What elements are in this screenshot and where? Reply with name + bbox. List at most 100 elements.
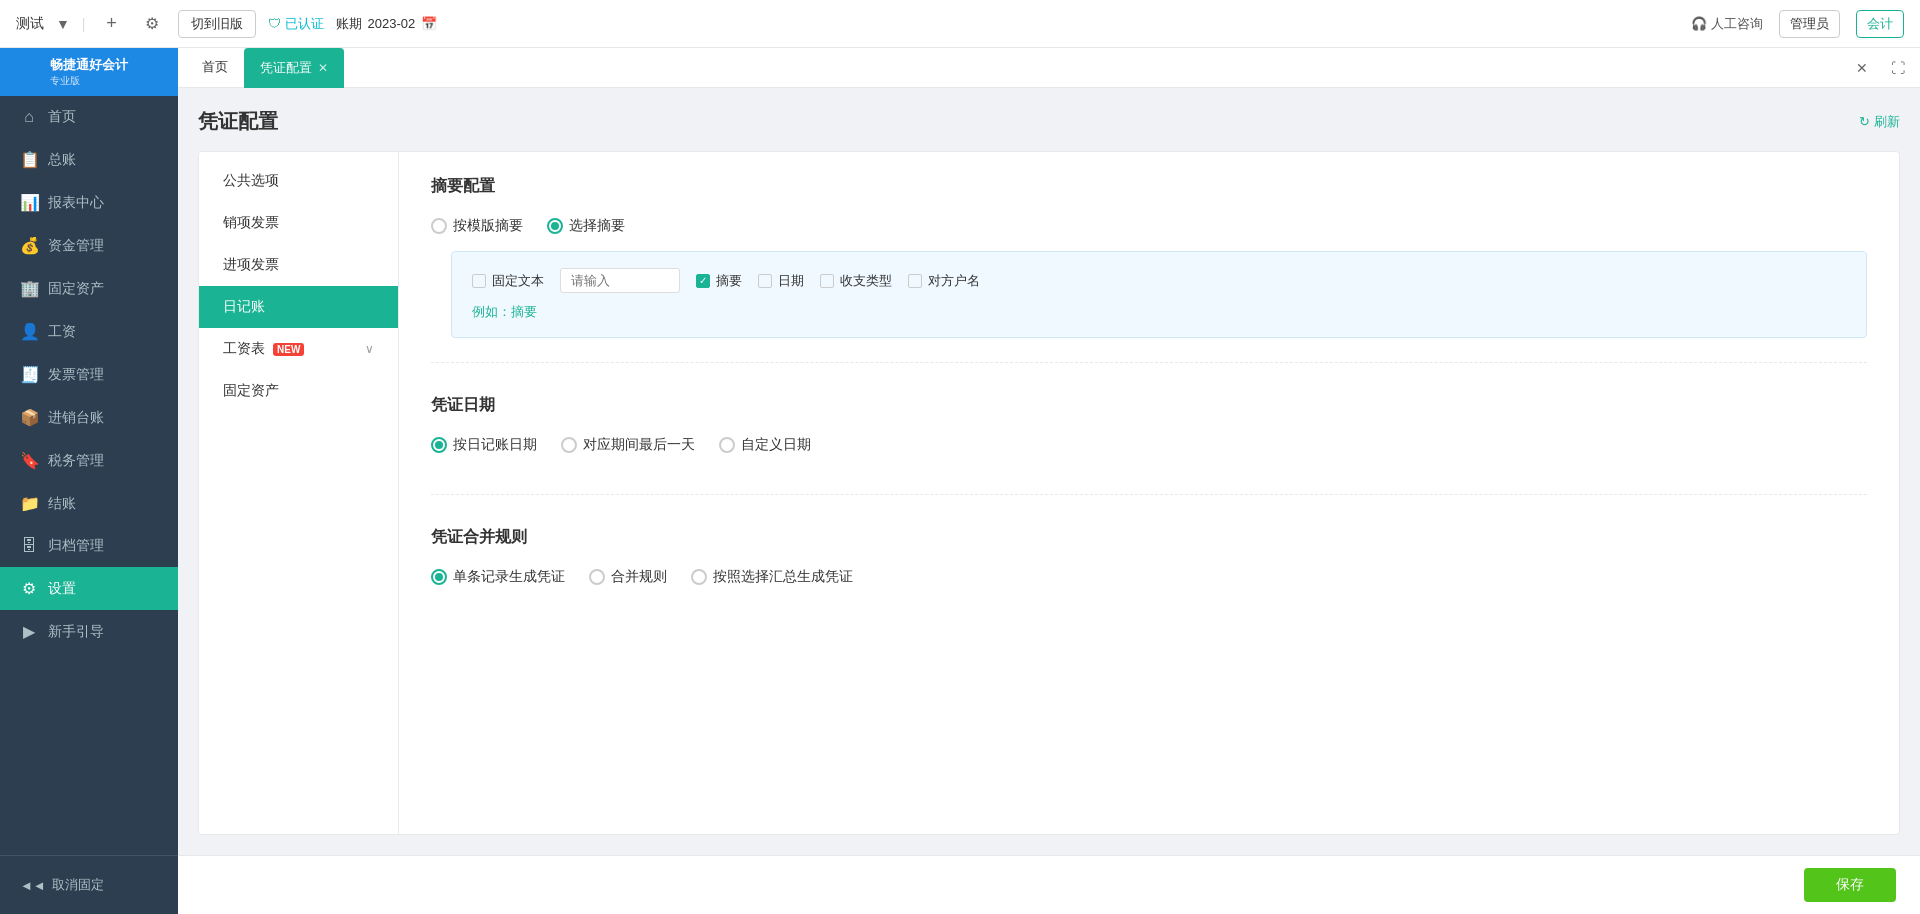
fixed-text-checkbox-item[interactable]: 固定文本 [472, 272, 544, 290]
header-sep: | [82, 16, 86, 32]
select-summary-label: 按照选择汇总生成凭证 [713, 568, 853, 586]
merge-title: 凭证合并规则 [431, 527, 1867, 548]
fixed-assets-icon: 🏢 [20, 279, 38, 298]
calendar-icon[interactable]: 📅 [421, 16, 437, 31]
page-title: 凭证配置 [198, 108, 278, 135]
summary-checkbox[interactable] [696, 274, 710, 288]
sidebar-item-close-period[interactable]: 📁 结账 [0, 482, 178, 525]
sidebar: 畅捷通好会计 专业版 ⌂ 首页 📋 总账 📊 报表中心 💰 资金管理 🏢 [0, 48, 178, 914]
refresh-label: 刷新 [1874, 113, 1900, 131]
tab-close-window-button[interactable]: ✕ [1848, 54, 1876, 82]
cancel-fixed-button[interactable]: ◄◄ 取消固定 [0, 866, 178, 904]
template-radio[interactable] [431, 218, 447, 234]
period-last-option[interactable]: 对应期间最后一天 [561, 436, 695, 454]
select-radio[interactable] [547, 218, 563, 234]
settings-icon[interactable]: ⚙ [138, 10, 166, 38]
sidebar-item-ledger[interactable]: 📋 总账 [0, 138, 178, 181]
sidebar-nav: ⌂ 首页 📋 总账 📊 报表中心 💰 资金管理 🏢 固定资产 👤 工资 [0, 96, 178, 855]
sidebar-item-label: 报表中心 [48, 194, 104, 212]
left-nav-purchase-invoice[interactable]: 进项发票 [199, 244, 398, 286]
tab-home-label: 首页 [202, 58, 228, 76]
tab-voucher-config-label: 凭证配置 [260, 59, 312, 77]
date-title: 凭证日期 [431, 395, 1867, 416]
sidebar-item-tax[interactable]: 🔖 税务管理 [0, 439, 178, 482]
left-nav-journal[interactable]: 日记账 [199, 286, 398, 328]
sidebar-item-settings[interactable]: ⚙ 设置 [0, 567, 178, 610]
summary-section: 摘要配置 按模版摘要 选择摘要 [431, 176, 1867, 363]
fixed-text-checkbox[interactable] [472, 274, 486, 288]
single-record-label: 单条记录生成凭证 [453, 568, 565, 586]
refresh-button[interactable]: ↻ 刷新 [1859, 113, 1900, 131]
summary-template-option[interactable]: 按模版摘要 [431, 217, 523, 235]
payroll-table-row: 工资表 NEW ∨ [223, 340, 374, 358]
content-area: 首页 凭证配置 ✕ ✕ ⛶ 凭证配置 ↻ 刷新 [178, 48, 1920, 914]
tax-icon: 🔖 [20, 451, 38, 470]
cashflow-checkbox-item[interactable]: 收支类型 [820, 272, 892, 290]
fixed-text-input[interactable] [560, 268, 680, 293]
close-period-icon: 📁 [20, 494, 38, 513]
sidebar-item-label: 工资 [48, 323, 76, 341]
consult-button[interactable]: 🎧 人工咨询 [1691, 15, 1763, 33]
fixed-text-label: 固定文本 [492, 272, 544, 290]
journal-date-option[interactable]: 按日记账日期 [431, 436, 537, 454]
summary-label: 摘要 [716, 272, 742, 290]
dropdown-icon[interactable]: ▼ [56, 16, 70, 32]
sidebar-item-home[interactable]: ⌂ 首页 [0, 96, 178, 138]
sidebar-item-payroll[interactable]: 👤 工资 [0, 310, 178, 353]
sidebar-item-invoice[interactable]: 🧾 发票管理 [0, 353, 178, 396]
left-nav-sales-invoice[interactable]: 销项发票 [199, 202, 398, 244]
period-last-radio[interactable] [561, 437, 577, 453]
merge-rules-option[interactable]: 合并规则 [589, 568, 667, 586]
cancel-fixed-label: 取消固定 [52, 876, 104, 894]
sidebar-item-archive[interactable]: 🗄 归档管理 [0, 525, 178, 567]
sidebar-item-label: 发票管理 [48, 366, 104, 384]
guide-icon: ▶ [20, 622, 38, 641]
admin-button[interactable]: 管理员 [1779, 10, 1840, 38]
date-checkbox-item[interactable]: 日期 [758, 272, 804, 290]
logo-sub: 专业版 [50, 74, 128, 88]
custom-date-radio[interactable] [719, 437, 735, 453]
left-nav-fixed-assets[interactable]: 固定资产 [199, 370, 398, 412]
sidebar-item-report[interactable]: 📊 报表中心 [0, 181, 178, 224]
sidebar-item-guide[interactable]: ▶ 新手引导 [0, 610, 178, 653]
tab-close-button[interactable]: ✕ [318, 61, 328, 75]
page-content: 凭证配置 ↻ 刷新 公共选项 销项发票 进项发票 日记账 工资表 [178, 88, 1920, 855]
cashflow-checkbox[interactable] [820, 274, 834, 288]
single-record-radio[interactable] [431, 569, 447, 585]
summary-select-option[interactable]: 选择摘要 [547, 217, 625, 235]
date-radio-group: 按日记账日期 对应期间最后一天 自定义日期 [431, 436, 1867, 454]
left-nav-public[interactable]: 公共选项 [199, 160, 398, 202]
switch-old-button[interactable]: 切到旧版 [178, 10, 256, 38]
add-tab-button[interactable]: + [98, 10, 126, 38]
top-header: 测试 ▼ | + ⚙ 切到旧版 🛡 已认证 账期 2023-02 📅 🎧 人工咨… [0, 0, 1920, 48]
counterparty-checkbox[interactable] [908, 274, 922, 288]
custom-date-label: 自定义日期 [741, 436, 811, 454]
accountant-button[interactable]: 会计 [1856, 10, 1904, 38]
select-summary-radio[interactable] [691, 569, 707, 585]
select-summary-option[interactable]: 按照选择汇总生成凭证 [691, 568, 853, 586]
save-button[interactable]: 保存 [1804, 868, 1896, 902]
tab-voucher-config[interactable]: 凭证配置 ✕ [244, 48, 344, 88]
sidebar-item-fixed-assets[interactable]: 🏢 固定资产 [0, 267, 178, 310]
report-icon: 📊 [20, 193, 38, 212]
sidebar-item-label: 归档管理 [48, 537, 104, 555]
counterparty-checkbox-item[interactable]: 对方户名 [908, 272, 980, 290]
summary-config-box: 固定文本 摘要 日期 [451, 251, 1867, 338]
date-checkbox[interactable] [758, 274, 772, 288]
sidebar-item-trade[interactable]: 📦 进销台账 [0, 396, 178, 439]
custom-date-option[interactable]: 自定义日期 [719, 436, 811, 454]
tab-home[interactable]: 首页 [186, 48, 244, 88]
sidebar-item-label: 设置 [48, 580, 76, 598]
left-nav-payroll-table[interactable]: 工资表 NEW ∨ [199, 328, 398, 370]
refresh-icon: ↻ [1859, 114, 1870, 129]
period-last-label: 对应期间最后一天 [583, 436, 695, 454]
summary-checkbox-item[interactable]: 摘要 [696, 272, 742, 290]
single-record-option[interactable]: 单条记录生成凭证 [431, 568, 565, 586]
journal-date-radio[interactable] [431, 437, 447, 453]
merge-rules-radio[interactable] [589, 569, 605, 585]
sidebar-item-capital[interactable]: 💰 资金管理 [0, 224, 178, 267]
journal-date-label: 按日记账日期 [453, 436, 537, 454]
date-section: 凭证日期 按日记账日期 对应期间最后一天 [431, 395, 1867, 495]
merge-rules-label: 合并规则 [611, 568, 667, 586]
tab-expand-button[interactable]: ⛶ [1884, 54, 1912, 82]
